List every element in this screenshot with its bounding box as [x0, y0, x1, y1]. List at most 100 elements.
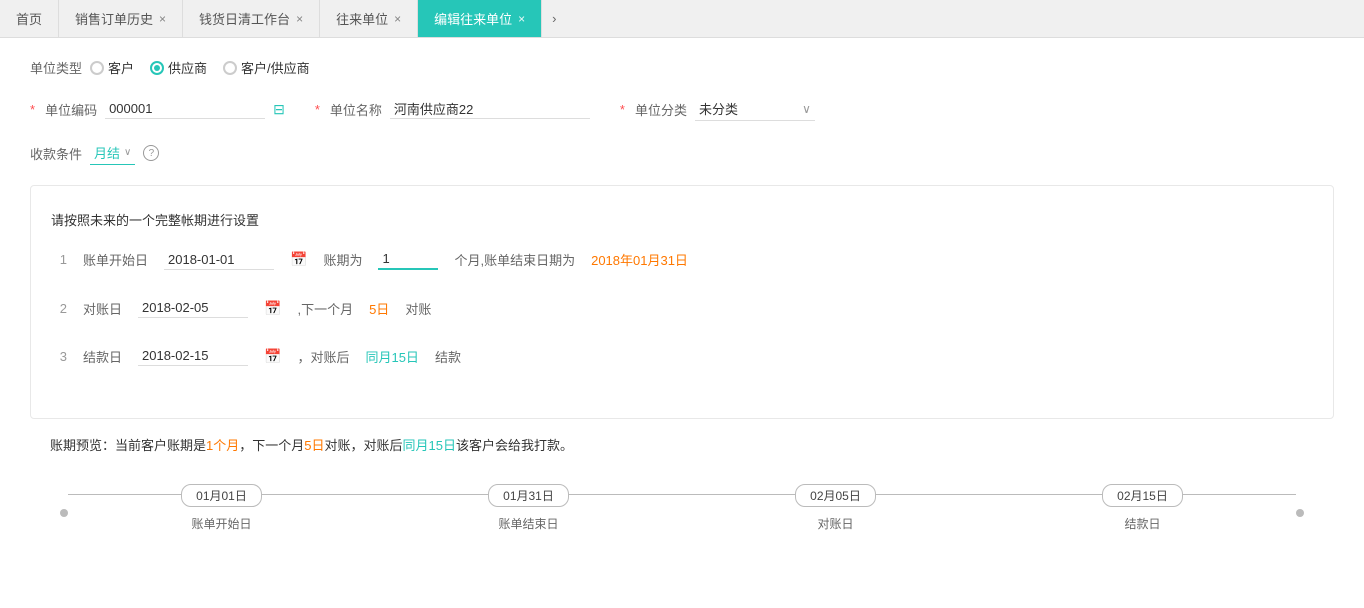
copy-icon[interactable]: ⊟	[273, 101, 285, 118]
settings-panel: 请按照未来的一个完整帐期进行设置 1 账单开始日 📅 账期为 个月,账单结束日期…	[30, 185, 1334, 419]
tab-partner-unit-label: 往来单位	[336, 9, 388, 28]
unit-class-label: 单位分类	[635, 100, 687, 119]
tab-edit-partner-label: 编辑往来单位	[434, 9, 512, 28]
step-3-num: 3	[51, 349, 67, 364]
timeline-bubble-3: 02月05日	[795, 484, 876, 507]
payment-terms-select[interactable]: 月结 ∨	[90, 141, 135, 165]
tab-cash-work-label: 钱货日清工作台	[199, 9, 290, 28]
preview-label: 账期预览：当前客户账期是	[50, 438, 206, 453]
tab-more-icon: ›	[552, 11, 556, 26]
payment-terms-value: 月结	[94, 143, 120, 162]
tab-cash-work[interactable]: 钱货日清工作台 ×	[183, 0, 320, 37]
unit-code-input[interactable]	[105, 99, 265, 119]
step-1-period-label: 账期为	[323, 250, 362, 269]
step-3-calendar-icon[interactable]: 📅	[264, 348, 281, 365]
step-1-num: 1	[51, 252, 67, 267]
preview-text: 账期预览：当前客户账期是1个月，下一个月5日对账，对账后同月15日该客户会给我打…	[50, 435, 1314, 454]
tab-more-button[interactable]: ›	[542, 0, 566, 37]
preview-payment: 同月15日	[403, 438, 456, 453]
step-2-desc-after: 对账	[405, 299, 431, 318]
timeline-node-2: 01月31日 账单结束日	[488, 484, 569, 532]
radio-both-circle	[223, 61, 237, 75]
step-2-date-input[interactable]	[138, 298, 248, 318]
payment-terms-label: 收款条件	[30, 144, 82, 163]
step-1-row: 1 账单开始日 📅 账期为 个月,账单结束日期为 2018年01月31日	[51, 249, 1313, 270]
payment-terms-row: 收款条件 月结 ∨ ?	[30, 141, 1334, 165]
payment-terms-chevron-icon: ∨	[124, 147, 131, 158]
close-edit-partner-icon[interactable]: ×	[518, 12, 525, 26]
step-2-desc-before: ,下一个月	[297, 299, 353, 318]
unit-class-select[interactable]: 未分类 ∨	[695, 97, 815, 121]
help-icon[interactable]: ?	[143, 145, 159, 161]
step-1-period-input[interactable]	[378, 249, 438, 270]
unit-type-row: 单位类型 客户 供应商 客户/供应商	[30, 58, 1334, 77]
timeline-right-dot	[1296, 509, 1304, 517]
radio-both-label: 客户/供应商	[241, 58, 310, 77]
close-sales-history-icon[interactable]: ×	[159, 12, 166, 26]
step-2-calendar-icon[interactable]: 📅	[264, 300, 281, 317]
step-1-period-unit: 个月,账单结束日期为	[454, 250, 575, 269]
radio-customer-circle	[90, 61, 104, 75]
step-3-desc-before: ，对账后	[297, 347, 349, 366]
preview-mid2: 对账，对账后	[325, 438, 403, 453]
preview-end: 该客户会给我打款。	[456, 438, 573, 453]
timeline-bubble-1: 01月01日	[181, 484, 262, 507]
tab-sales-history-label: 销售订单历史	[75, 9, 153, 28]
radio-both[interactable]: 客户/供应商	[223, 58, 310, 77]
preview-period: 1个月	[206, 438, 239, 453]
step-2-row: 2 对账日 📅 ,下一个月5日对账	[51, 298, 1313, 318]
unit-type-item: 单位类型 客户 供应商 客户/供应商	[30, 58, 310, 77]
timeline-node-1: 01月01日 账单开始日	[181, 484, 262, 532]
timeline-bubble-4: 02月15日	[1102, 484, 1183, 507]
timeline-inner: 01月01日 账单开始日 01月31日 账单结束日 02月05日 对账日	[68, 484, 1296, 532]
step-1-date-input[interactable]	[164, 250, 274, 270]
timeline-label-4: 结款日	[1124, 515, 1160, 532]
tab-home-label: 首页	[16, 9, 42, 28]
radio-supplier[interactable]: 供应商	[150, 58, 207, 77]
step-3-date-input[interactable]	[138, 346, 248, 366]
radio-customer[interactable]: 客户	[90, 58, 134, 77]
tab-sales-history[interactable]: 销售订单历史 ×	[59, 0, 183, 37]
timeline-label-3: 对账日	[817, 515, 853, 532]
preview-section: 账期预览：当前客户账期是1个月，下一个月5日对账，对账后同月15日该客户会给我打…	[30, 435, 1334, 532]
radio-supplier-circle	[150, 61, 164, 75]
radio-customer-label: 客户	[108, 58, 134, 77]
step-3-row: 3 结款日 📅 ，对账后同月15日结款	[51, 346, 1313, 366]
tab-home[interactable]: 首页	[0, 0, 59, 37]
unit-type-label: 单位类型	[30, 58, 82, 77]
tab-partner-unit[interactable]: 往来单位 ×	[320, 0, 418, 37]
unit-info-row: * 单位编码 ⊟ * 单位名称 * 单位分类 未分类 ∨	[30, 97, 1334, 121]
close-cash-work-icon[interactable]: ×	[296, 12, 303, 26]
unit-code-item: * 单位编码 ⊟	[30, 99, 285, 119]
unit-class-value: 未分类	[699, 99, 798, 118]
unit-name-required-star: *	[315, 102, 320, 117]
payment-terms-item: 收款条件 月结 ∨ ?	[30, 141, 159, 165]
step-1-end-date: 2018年01月31日	[591, 250, 688, 269]
timeline-label-2: 账单结束日	[498, 515, 558, 532]
timeline-left-dot	[60, 509, 68, 517]
timeline-node-4: 02月15日 结款日	[1102, 484, 1183, 532]
close-partner-unit-icon[interactable]: ×	[394, 12, 401, 26]
unit-type-radio-group: 客户 供应商 客户/供应商	[90, 58, 310, 77]
step-3-label: 结款日	[83, 347, 122, 366]
step-2-label: 对账日	[83, 299, 122, 318]
tab-edit-partner[interactable]: 编辑往来单位 ×	[418, 0, 542, 37]
timeline-bubble-2: 01月31日	[488, 484, 569, 507]
timeline-nodes: 01月01日 账单开始日 01月31日 账单结束日 02月05日 对账日	[68, 484, 1296, 532]
tab-bar: 首页 销售订单历史 × 钱货日清工作台 × 往来单位 × 编辑往来单位 × ›	[0, 0, 1364, 38]
unit-class-item: * 单位分类 未分类 ∨	[620, 97, 815, 121]
preview-mid1: ，下一个月	[239, 438, 304, 453]
step-1-calendar-icon[interactable]: 📅	[290, 251, 307, 268]
radio-supplier-label: 供应商	[168, 58, 207, 77]
timeline-label-1: 账单开始日	[191, 515, 251, 532]
preview-reconcile: 5日	[304, 438, 324, 453]
step-3-desc-highlight: 同月15日	[365, 347, 418, 366]
main-content: 单位类型 客户 供应商 客户/供应商 * 单位编码	[0, 38, 1364, 608]
timeline: 01月01日 账单开始日 01月31日 账单结束日 02月05日 对账日	[50, 484, 1314, 532]
unit-code-required-star: *	[30, 102, 35, 117]
unit-class-chevron-icon: ∨	[802, 102, 811, 116]
unit-code-label: 单位编码	[45, 100, 97, 119]
unit-class-required-star: *	[620, 102, 625, 117]
unit-name-input[interactable]	[390, 99, 590, 119]
step-1-label: 账单开始日	[83, 250, 148, 269]
